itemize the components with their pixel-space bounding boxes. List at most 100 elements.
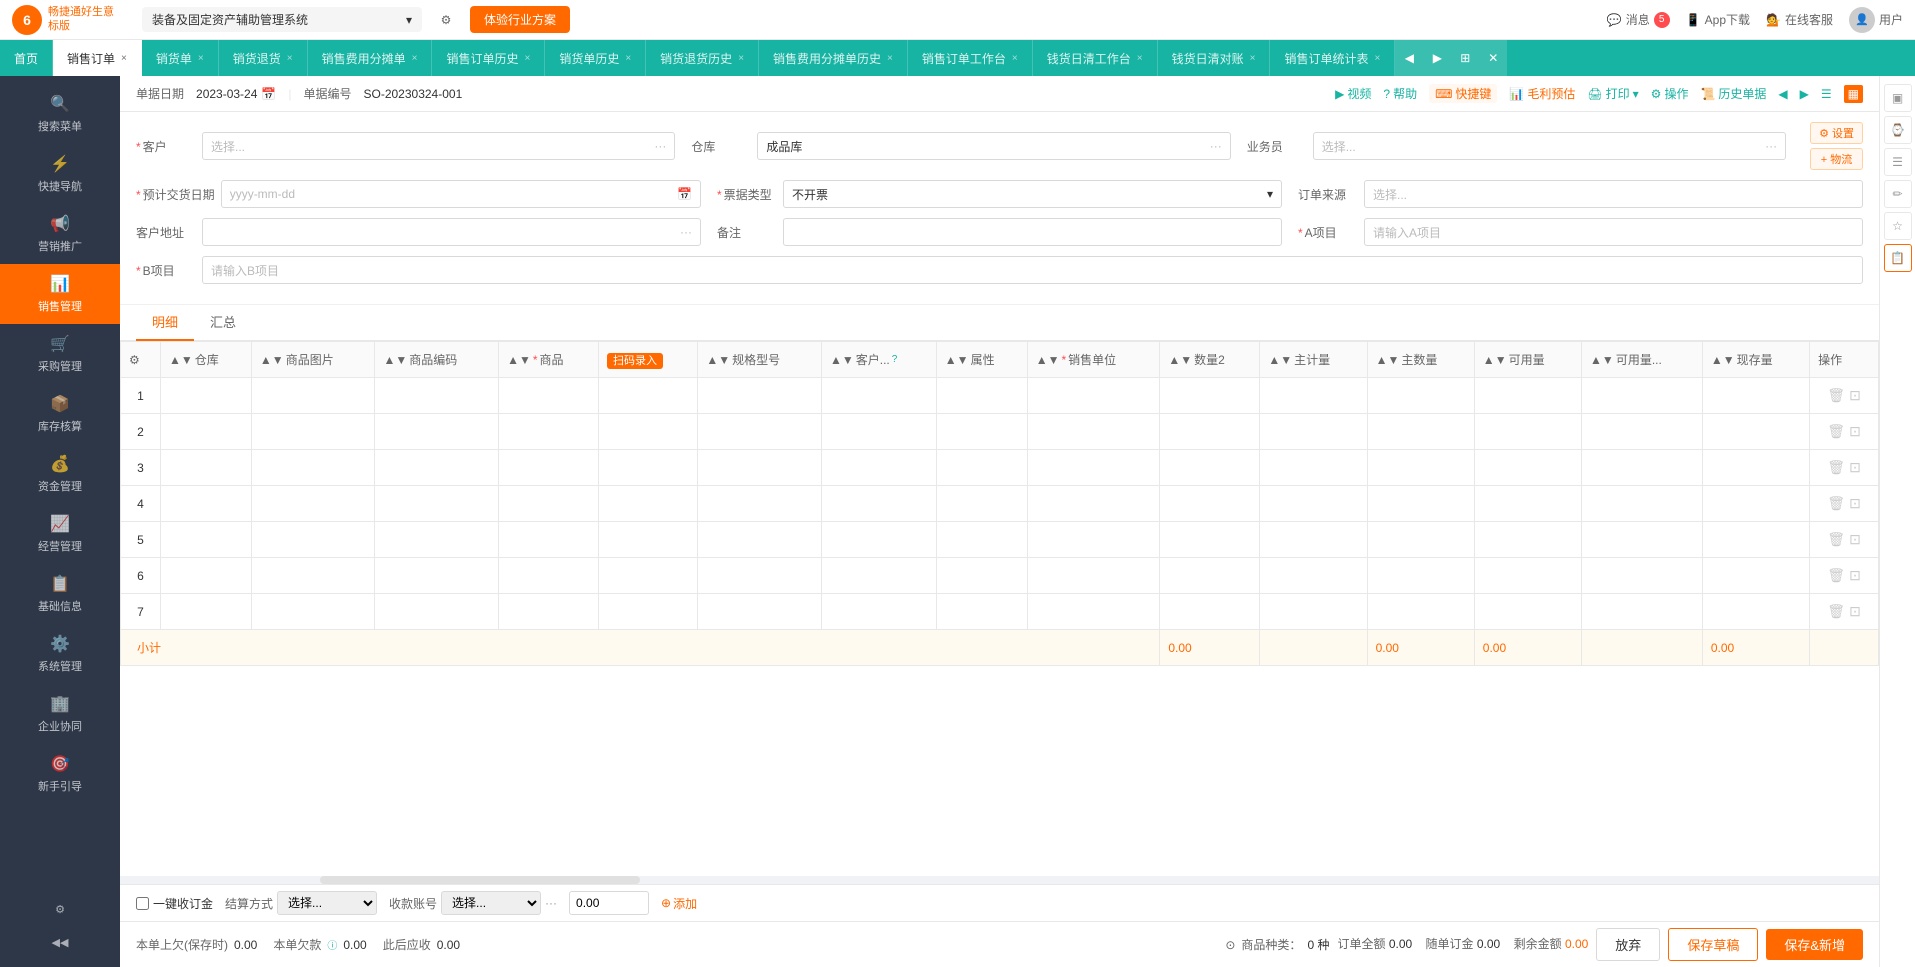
scrollbar-thumb[interactable] [320,876,640,884]
user-area[interactable]: 👤 用户 [1849,7,1903,33]
cell-customer-code-2[interactable] [821,414,936,450]
tab-sales-stats[interactable]: 销售订单统计表 × [1270,40,1395,76]
cell-main-qty-6[interactable] [1367,558,1474,594]
cell-product-4[interactable] [499,486,599,522]
cell-available2-2[interactable] [1582,414,1703,450]
cell-available-1[interactable] [1474,378,1581,414]
cell-qty2-5[interactable] [1160,522,1260,558]
nav-next-arrow[interactable]: ▶ [1423,40,1451,76]
cell-sku-1[interactable] [375,378,499,414]
tab-expense-history[interactable]: 销售费用分摊单历史 × [759,40,908,76]
cell-customer-code-4[interactable] [821,486,936,522]
cell-qty2-3[interactable] [1160,450,1260,486]
th-product-image[interactable]: ▲▼ 商品图片 [251,342,375,378]
cell-unit-5[interactable] [1027,522,1160,558]
staff-input[interactable]: 选择... ··· [1313,132,1786,160]
tab-return-history[interactable]: 销货退货历史 × [646,40,759,76]
close-icon[interactable]: × [524,53,530,64]
copy-icon[interactable]: ⊡ [1849,387,1861,404]
tab-sales-order[interactable]: 销售订单 × [53,40,142,76]
close-icon[interactable]: × [887,53,893,64]
copy-icon[interactable]: ⊡ [1849,603,1861,620]
close-icon[interactable]: × [1012,53,1018,64]
cell-warehouse-3[interactable] [161,450,252,486]
tab-cashflow-workbench[interactable]: 钱货日清工作台 × [1033,40,1158,76]
copy-icon[interactable]: ⊡ [1849,531,1861,548]
th-qty2[interactable]: ▲▼ 数量2 [1160,342,1260,378]
app-selector[interactable]: 装备及固定资产辅助管理系统 ▾ [142,7,422,32]
sidebar-item-enterprise[interactable]: 🏢 企业协同 [0,684,120,744]
th-customer-code[interactable]: ▲▼ 客户... ? [821,342,936,378]
cell-stock-4[interactable] [1702,486,1809,522]
invoice-type-select[interactable]: 不开票 ▾ [783,180,1282,208]
settle-method-select[interactable]: 选择... [277,891,377,915]
cell-warehouse-1[interactable] [161,378,252,414]
cell-available-5[interactable] [1474,522,1581,558]
setting-panel-btn[interactable]: ⚙ 设置 [1810,122,1863,144]
cell-main-qty-3[interactable] [1367,450,1474,486]
cell-unit-7[interactable] [1027,594,1160,630]
sidebar-item-sales[interactable]: 📊 销售管理 [0,264,120,324]
sidebar-item-purchase[interactable]: 🛒 采购管理 [0,324,120,384]
cell-sku-5[interactable] [375,522,499,558]
th-stock[interactable]: ▲▼ 现存量 [1702,342,1809,378]
th-product[interactable]: ▲▼ *商品 [499,342,599,378]
cell-qty2-7[interactable] [1160,594,1260,630]
close-icon[interactable]: × [1137,53,1143,64]
save-new-btn[interactable]: 保存&新增 [1766,929,1863,960]
cell-main-unit-4[interactable] [1260,486,1367,522]
cell-attr-7[interactable] [936,594,1027,630]
cell-main-unit-2[interactable] [1260,414,1367,450]
more-icon[interactable]: ··· [654,139,666,153]
cell-unit-6[interactable] [1027,558,1160,594]
one-click-payment-checkbox[interactable]: 一键收订金 [136,895,213,912]
tab-home[interactable]: 首页 [0,40,53,76]
cell-image-3[interactable] [251,450,375,486]
th-settings[interactable]: ⚙ [121,342,161,378]
app-download-btn[interactable]: 📱 App下载 [1686,11,1750,28]
cell-unit-3[interactable] [1027,450,1160,486]
calendar-icon[interactable]: 📅 [677,187,692,201]
cell-available2-7[interactable] [1582,594,1703,630]
th-available[interactable]: ▲▼ 可用量 [1474,342,1581,378]
next-record-btn[interactable]: ▶ [1800,87,1809,101]
copy-icon[interactable]: ⊡ [1849,459,1861,476]
cell-customer-code-5[interactable] [821,522,936,558]
delete-icon[interactable]: 🗑 [1827,603,1845,620]
message-btn[interactable]: 💬 消息 5 [1607,11,1670,28]
delete-icon[interactable]: 🗑 [1827,387,1845,404]
cell-available-4[interactable] [1474,486,1581,522]
tab-detail[interactable]: 明细 [136,305,194,341]
cell-qty2-6[interactable] [1160,558,1260,594]
close-icon[interactable]: × [625,53,631,64]
close-icon[interactable]: × [738,53,744,64]
cell-spec-7[interactable] [698,594,822,630]
close-icon[interactable]: × [121,53,127,64]
tab-cashflow-reconcile[interactable]: 钱货日清对账 × [1158,40,1271,76]
discard-btn[interactable]: 放弃 [1596,928,1660,961]
delete-icon[interactable]: 🗑 [1827,495,1845,512]
account-select[interactable]: 选择... [441,891,541,915]
tab-sales-return[interactable]: 销货退货 × [219,40,308,76]
tab-sales-invoice[interactable]: 销货单 × [142,40,219,76]
right-panel-icon-2[interactable]: ⌚ [1884,116,1912,144]
right-panel-icon-4[interactable]: ✏ [1884,180,1912,208]
close-icon[interactable]: × [412,53,418,64]
more-icon[interactable]: ··· [545,896,557,910]
sidebar-settings-btn[interactable]: ⚙ [0,895,120,924]
cell-stock-6[interactable] [1702,558,1809,594]
online-service-btn[interactable]: 💁 在线客服 [1766,11,1833,28]
cell-main-qty-2[interactable] [1367,414,1474,450]
save-draft-btn[interactable]: 保存草稿 [1668,928,1758,961]
tab-order-history[interactable]: 销售订单历史 × [432,40,545,76]
sidebar-item-operations[interactable]: 📈 经营管理 [0,504,120,564]
copy-icon[interactable]: ⊡ [1849,567,1861,584]
th-main-unit[interactable]: ▲▼ 主计量 [1260,342,1367,378]
tab-sales-expense[interactable]: 销售费用分摊单 × [308,40,433,76]
close-icon[interactable]: × [1374,53,1380,64]
delete-icon[interactable]: 🗑 [1827,567,1845,584]
sidebar-collapse-btn[interactable]: ◀◀ [0,928,120,957]
cell-product-7[interactable] [499,594,599,630]
cell-spec-1[interactable] [698,378,822,414]
cell-stock-1[interactable] [1702,378,1809,414]
